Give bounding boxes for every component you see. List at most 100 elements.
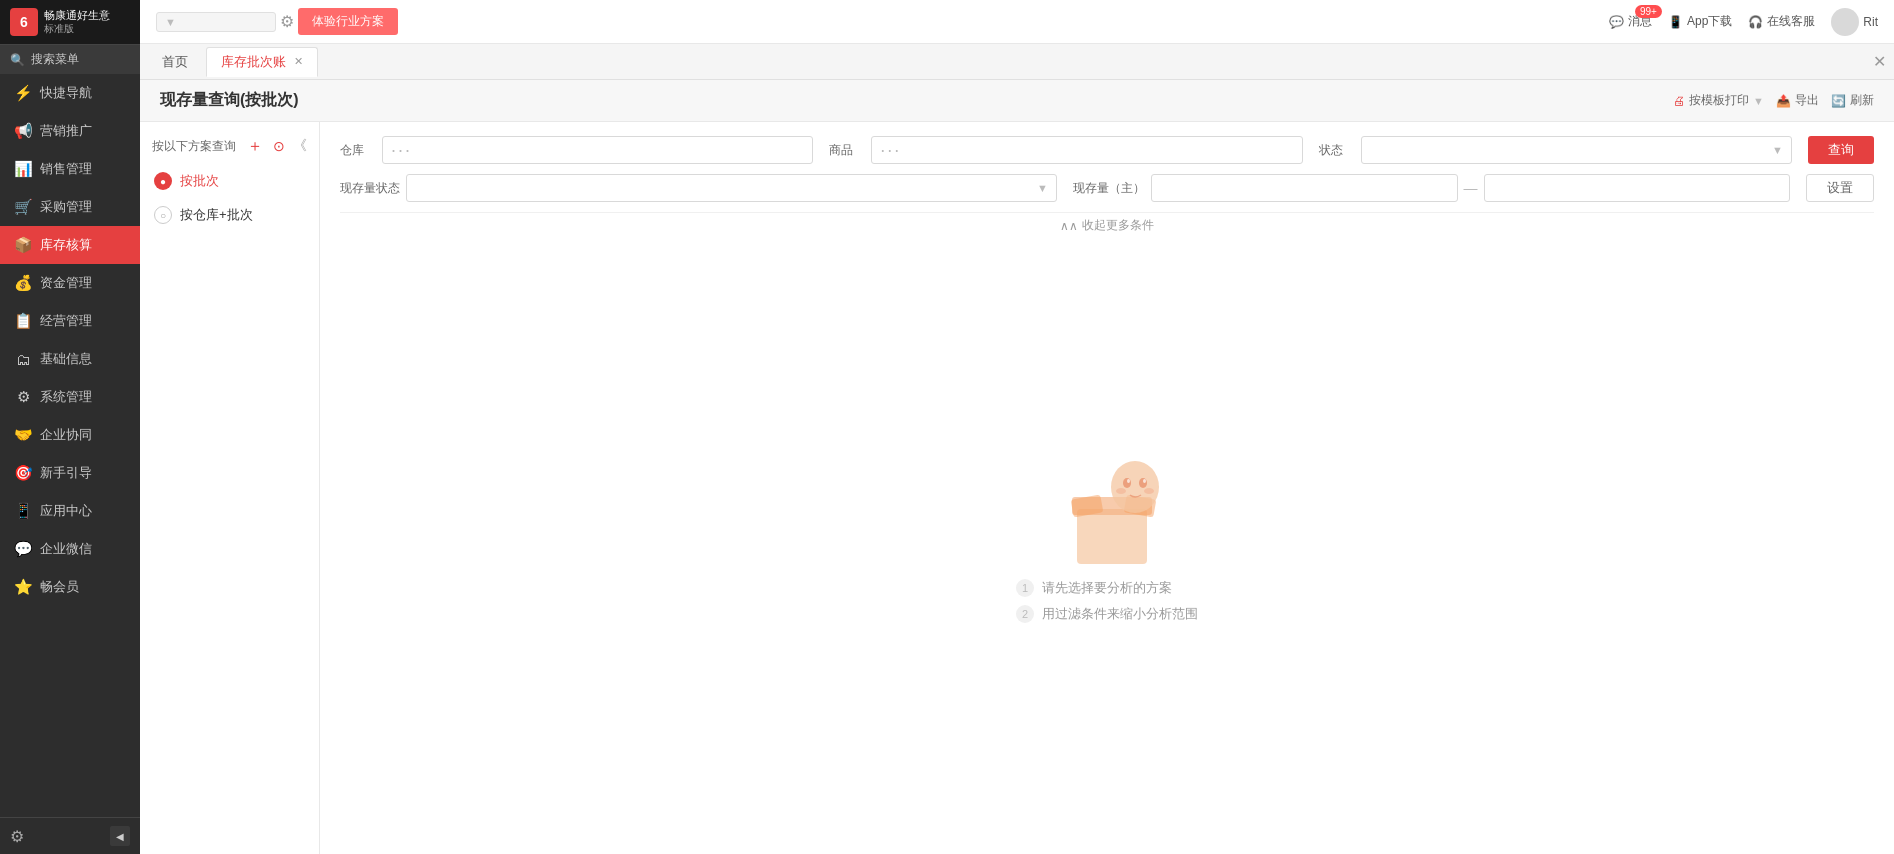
- warehouse-input[interactable]: ···: [382, 136, 813, 164]
- sidebar-item-finance[interactable]: 💰 资金管理: [0, 264, 140, 302]
- export-icon: 📤: [1776, 94, 1791, 108]
- sidebar-header: 6 畅康通好生意 标准版: [0, 0, 140, 45]
- sidebar-collapse-btn[interactable]: ◀: [110, 826, 130, 846]
- basic-icon: 🗂: [14, 350, 32, 368]
- hint-text-1: 请先选择要分析的方案: [1042, 579, 1172, 597]
- settings-button[interactable]: 设置: [1806, 174, 1874, 202]
- operation-icon: 📋: [14, 312, 32, 330]
- collapse-more-label: 收起更多条件: [1082, 217, 1154, 234]
- sidebar-item-purchase[interactable]: 🛒 采购管理: [0, 188, 140, 226]
- app-center-icon: 📱: [14, 502, 32, 520]
- refresh-btn[interactable]: 🔄 刷新: [1831, 92, 1874, 109]
- svg-rect-0: [1077, 509, 1147, 564]
- svg-point-9: [1116, 488, 1126, 494]
- sidebar-item-enterprise[interactable]: 🤝 企业协同: [0, 416, 140, 454]
- settings-footer-icon[interactable]: ⚙: [10, 827, 24, 846]
- stock-qty-label: 现存量（主）: [1073, 180, 1145, 197]
- content-area: 按以下方案查询 ＋ ⊙ 《 ● 按批次 ○ 按仓库+批次: [140, 122, 1894, 854]
- collapse-panel-icon[interactable]: 《: [293, 137, 307, 155]
- range-dash: —: [1464, 180, 1478, 196]
- product-input[interactable]: ···: [871, 136, 1302, 164]
- scheme-header: 按以下方案查询 ＋ ⊙ 《: [140, 132, 319, 164]
- export-label: 导出: [1795, 92, 1819, 109]
- svg-point-4: [1111, 461, 1159, 513]
- message-action[interactable]: 💬 消息 99+: [1609, 13, 1652, 30]
- refresh-label: 刷新: [1850, 92, 1874, 109]
- online-service-label: 在线客服: [1767, 13, 1815, 30]
- topbar-search-box[interactable]: ▼: [156, 12, 276, 32]
- sidebar-item-wechat[interactable]: 💬 企业微信: [0, 530, 140, 568]
- wechat-icon: 💬: [14, 540, 32, 558]
- tab-close-icon[interactable]: ✕: [294, 55, 303, 68]
- system-icon: ⚙: [14, 388, 32, 406]
- search-icon: 🔍: [10, 53, 25, 67]
- sidebar-search[interactable]: 🔍 搜索菜单: [0, 45, 140, 74]
- topbar-actions: 💬 消息 99+ 📱 App下载 🎧 在线客服 Rit: [1609, 8, 1878, 36]
- sidebar-item-system[interactable]: ⚙ 系统管理: [0, 378, 140, 416]
- tabbar: 首页 库存批次账 ✕ ✕: [140, 44, 1894, 80]
- page-close-button[interactable]: ✕: [1873, 52, 1886, 71]
- marketing-icon: 📢: [14, 122, 32, 140]
- sidebar-item-label: 畅会员: [40, 578, 79, 596]
- status-dropdown-icon: ▼: [1772, 144, 1783, 156]
- add-scheme-icon[interactable]: ＋: [245, 136, 265, 156]
- app-edition: 标准版: [44, 22, 110, 36]
- query-button[interactable]: 查询: [1808, 136, 1874, 164]
- online-service-action[interactable]: 🎧 在线客服: [1748, 13, 1815, 30]
- collapse-more-btn[interactable]: ∧∧ 收起更多条件: [340, 212, 1874, 242]
- sidebar-item-label: 采购管理: [40, 198, 92, 216]
- sidebar-item-quick-nav[interactable]: ⚡ 快捷导航: [0, 74, 140, 112]
- main-content: ▼ ⚙ 体验行业方案 💬 消息 99+ 📱 App下载 🎧 在线客服 Rit: [140, 0, 1894, 854]
- sidebar-item-sales[interactable]: 📊 销售管理: [0, 150, 140, 188]
- scheme-item-by-batch[interactable]: ● 按批次: [140, 164, 319, 198]
- sidebar-item-app-center[interactable]: 📱 应用中心: [0, 492, 140, 530]
- message-icon: 💬: [1609, 15, 1624, 29]
- print-icon: 🖨: [1673, 94, 1685, 108]
- sidebar-item-label: 快捷导航: [40, 84, 92, 102]
- stock-qty-range-end[interactable]: [1484, 174, 1791, 202]
- sidebar-search-label: 搜索菜单: [31, 51, 79, 68]
- export-btn[interactable]: 📤 导出: [1776, 92, 1819, 109]
- sidebar-item-label: 系统管理: [40, 388, 92, 406]
- stock-qty-range-start[interactable]: [1151, 174, 1458, 202]
- scheme-header-label: 按以下方案查询: [152, 138, 236, 155]
- topbar-search-area: ▼ ⚙ 体验行业方案: [156, 8, 1599, 35]
- trial-btn[interactable]: 体验行业方案: [298, 8, 398, 35]
- product-label: 商品: [829, 142, 865, 159]
- warehouse-input-text: ···: [391, 140, 412, 161]
- empty-hint-1: 1 请先选择要分析的方案: [1016, 579, 1198, 597]
- tab-inventory-batch[interactable]: 库存批次账 ✕: [206, 47, 318, 77]
- empty-hints: 1 请先选择要分析的方案 2 用过滤条件来缩小分析范围: [1016, 579, 1198, 623]
- sidebar: 6 畅康通好生意 标准版 🔍 搜索菜单 ⚡ 快捷导航 📢 营销推广 📊 销售管理…: [0, 0, 140, 854]
- sidebar-item-basic[interactable]: 🗂 基础信息: [0, 340, 140, 378]
- scheme-dot-inactive: ○: [154, 206, 172, 224]
- topbar-settings-icon[interactable]: ⚙: [280, 12, 294, 31]
- company-name: 畅康通好生意: [44, 8, 110, 22]
- sidebar-item-newbie[interactable]: 🎯 新手引导: [0, 454, 140, 492]
- stock-status-label: 现存量状态: [340, 180, 400, 197]
- status-select[interactable]: ▼: [1361, 136, 1792, 164]
- sidebar-item-member[interactable]: ⭐ 畅会员: [0, 568, 140, 606]
- user-action[interactable]: Rit: [1831, 8, 1878, 36]
- print-btn[interactable]: 🖨 按模板打印 ▼: [1673, 92, 1764, 109]
- dropdown-arrow-icon: ▼: [165, 16, 176, 28]
- print-dropdown-icon[interactable]: ▼: [1753, 95, 1764, 107]
- inventory-icon: 📦: [14, 236, 32, 254]
- sidebar-item-inventory[interactable]: 📦 库存核算: [0, 226, 140, 264]
- right-panel: 仓库 ··· 商品 ··· 状态: [320, 122, 1894, 854]
- enterprise-icon: 🤝: [14, 426, 32, 444]
- scheme-item-by-warehouse-batch[interactable]: ○ 按仓库+批次: [140, 198, 319, 232]
- sidebar-item-operation[interactable]: 📋 经营管理: [0, 302, 140, 340]
- filter-status-field: 状态 ▼: [1319, 136, 1792, 164]
- sidebar-item-label: 资金管理: [40, 274, 92, 292]
- stock-status-select[interactable]: ▼: [406, 174, 1057, 202]
- settings-scheme-icon[interactable]: ⊙: [269, 136, 289, 156]
- app-download-action[interactable]: 📱 App下载: [1668, 13, 1732, 30]
- sidebar-item-marketing[interactable]: 📢 营销推广: [0, 112, 140, 150]
- tab-home[interactable]: 首页: [148, 47, 202, 77]
- sidebar-item-label: 企业微信: [40, 540, 92, 558]
- sidebar-item-label: 经营管理: [40, 312, 92, 330]
- tab-inventory-batch-label: 库存批次账: [221, 53, 286, 71]
- app-logo: 6: [10, 8, 38, 36]
- hint-text-2: 用过滤条件来缩小分析范围: [1042, 605, 1198, 623]
